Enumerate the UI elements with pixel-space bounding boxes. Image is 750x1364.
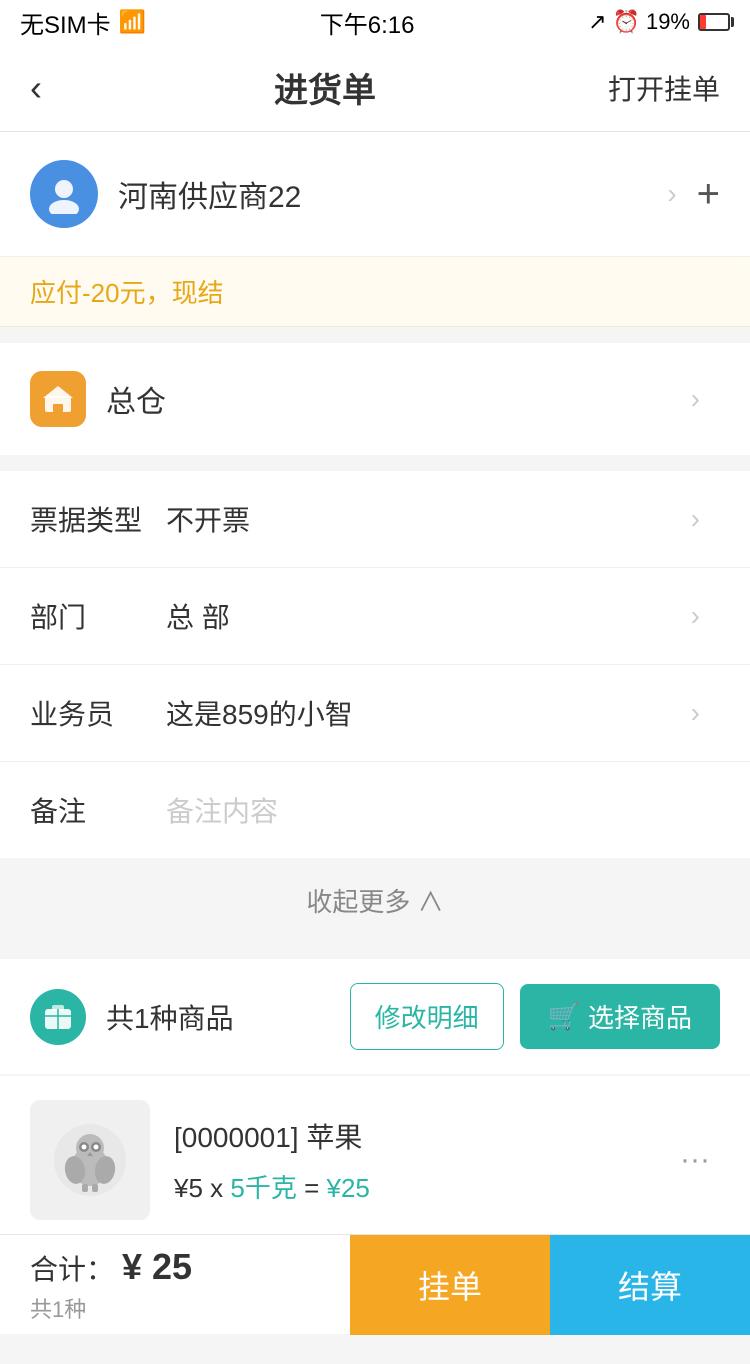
carrier-text: 无SIM卡 bbox=[20, 5, 111, 40]
unit-price: ¥5 bbox=[174, 1173, 203, 1203]
product-info: [0000001] 苹果 ¥5 x 5千克 = ¥25 bbox=[174, 1116, 670, 1205]
supplier-chevron-icon: › bbox=[667, 178, 676, 210]
warning-bar: 应付-20元，现结 bbox=[0, 257, 750, 327]
sales-label: 业务员 bbox=[30, 693, 150, 733]
warehouse-icon bbox=[30, 371, 86, 427]
collapse-bar[interactable]: 收起更多 ∧ bbox=[0, 858, 750, 943]
item-total: ¥25 bbox=[327, 1173, 370, 1203]
invoice-chevron-icon: › bbox=[691, 503, 700, 535]
main-content: 河南供应商22 › + 应付-20元，现结 总仓 › 票据类型 不开票 › bbox=[0, 132, 750, 1364]
invoice-label: 票据类型 bbox=[30, 499, 150, 539]
products-count: 共1种商品 bbox=[106, 997, 350, 1037]
status-time: 下午6:16 bbox=[320, 5, 415, 40]
warning-text: 应付-20元，现结 bbox=[30, 278, 224, 308]
remark-label: 备注 bbox=[30, 790, 150, 830]
sales-chevron-icon: › bbox=[691, 697, 700, 729]
bottom-bar: 合计： ¥ 25 共1种 挂单 结算 bbox=[0, 1234, 750, 1334]
products-header: 共1种商品 修改明细 🛒 选择商品 bbox=[0, 959, 750, 1074]
warehouse-card: 总仓 › bbox=[0, 343, 750, 455]
total-text: 合计： bbox=[30, 1248, 114, 1288]
sales-row[interactable]: 业务员 这是859的小智 › bbox=[0, 665, 750, 762]
dept-value: 总 部 bbox=[150, 596, 691, 636]
remark-placeholder: 备注内容 bbox=[150, 790, 720, 830]
dept-row[interactable]: 部门 总 部 › bbox=[0, 568, 750, 665]
total-section: 合计： ¥ 25 共1种 bbox=[0, 1246, 350, 1324]
equals-sign: = bbox=[304, 1173, 326, 1203]
invoice-row[interactable]: 票据类型 不开票 › bbox=[0, 471, 750, 568]
total-label: 合计： ¥ 25 bbox=[30, 1246, 320, 1288]
battery-percent: 19% bbox=[646, 9, 690, 35]
collapse-label: 收起更多 ∧ bbox=[306, 887, 443, 917]
total-sub: 共1种 bbox=[30, 1292, 320, 1324]
warehouse-row[interactable]: 总仓 › bbox=[0, 343, 750, 455]
battery-icon bbox=[698, 13, 730, 31]
hang-button[interactable]: 挂单 bbox=[350, 1235, 550, 1335]
supplier-row[interactable]: 河南供应商22 › + bbox=[0, 132, 750, 257]
location-icon: ↗ bbox=[588, 9, 606, 35]
product-thumbnail bbox=[30, 1100, 150, 1220]
product-code: [0000001] bbox=[174, 1122, 299, 1153]
back-button[interactable]: ‹ bbox=[30, 67, 42, 109]
dept-chevron-icon: › bbox=[691, 600, 700, 632]
edit-details-button[interactable]: 修改明细 bbox=[350, 983, 504, 1050]
wifi-icon: 📶 bbox=[119, 9, 146, 35]
multiply-sign: x bbox=[210, 1173, 230, 1203]
alarm-icon: ⏰ bbox=[613, 9, 640, 35]
cart-icon: 🛒 bbox=[548, 1001, 580, 1032]
products-icon bbox=[30, 989, 86, 1045]
more-options-button[interactable]: ··· bbox=[670, 1133, 720, 1187]
remark-row[interactable]: 备注 备注内容 bbox=[0, 762, 750, 858]
divider-1 bbox=[0, 943, 750, 959]
supplier-avatar bbox=[30, 160, 98, 228]
checkout-button[interactable]: 结算 bbox=[550, 1235, 750, 1335]
product-name: [0000001] 苹果 bbox=[174, 1116, 670, 1156]
sales-value: 这是859的小智 bbox=[150, 693, 691, 733]
add-button[interactable]: + bbox=[697, 172, 720, 217]
status-bar: 无SIM卡 📶 下午6:16 ↗ ⏰ 19% bbox=[0, 0, 750, 44]
warehouse-name: 总仓 bbox=[106, 377, 691, 421]
select-product-button[interactable]: 🛒 选择商品 bbox=[520, 984, 720, 1049]
product-title: 苹果 bbox=[306, 1122, 362, 1153]
form-card: 票据类型 不开票 › 部门 总 部 › 业务员 这是859的小智 › 备注 备注… bbox=[0, 471, 750, 858]
supplier-name: 河南供应商22 bbox=[118, 172, 667, 216]
quantity: 5千克 bbox=[230, 1173, 296, 1203]
nav-bar: ‹ 进货单 打开挂单 bbox=[0, 44, 750, 132]
product-item: [0000001] 苹果 ¥5 x 5千克 = ¥25 ··· bbox=[0, 1076, 750, 1244]
select-product-label: 选择商品 bbox=[588, 998, 692, 1035]
open-hang-button[interactable]: 打开挂单 bbox=[608, 68, 720, 108]
invoice-value: 不开票 bbox=[150, 499, 691, 539]
product-price: ¥5 x 5千克 = ¥25 bbox=[174, 1168, 670, 1205]
warehouse-chevron-icon: › bbox=[691, 383, 700, 415]
dept-label: 部门 bbox=[30, 596, 150, 636]
status-left: 无SIM卡 📶 bbox=[20, 5, 146, 40]
supplier-card: 河南供应商22 › + 应付-20元，现结 bbox=[0, 132, 750, 327]
total-amount: ¥ 25 bbox=[122, 1246, 192, 1288]
page-title: 进货单 bbox=[274, 63, 376, 112]
status-right: ↗ ⏰ 19% bbox=[588, 9, 730, 35]
